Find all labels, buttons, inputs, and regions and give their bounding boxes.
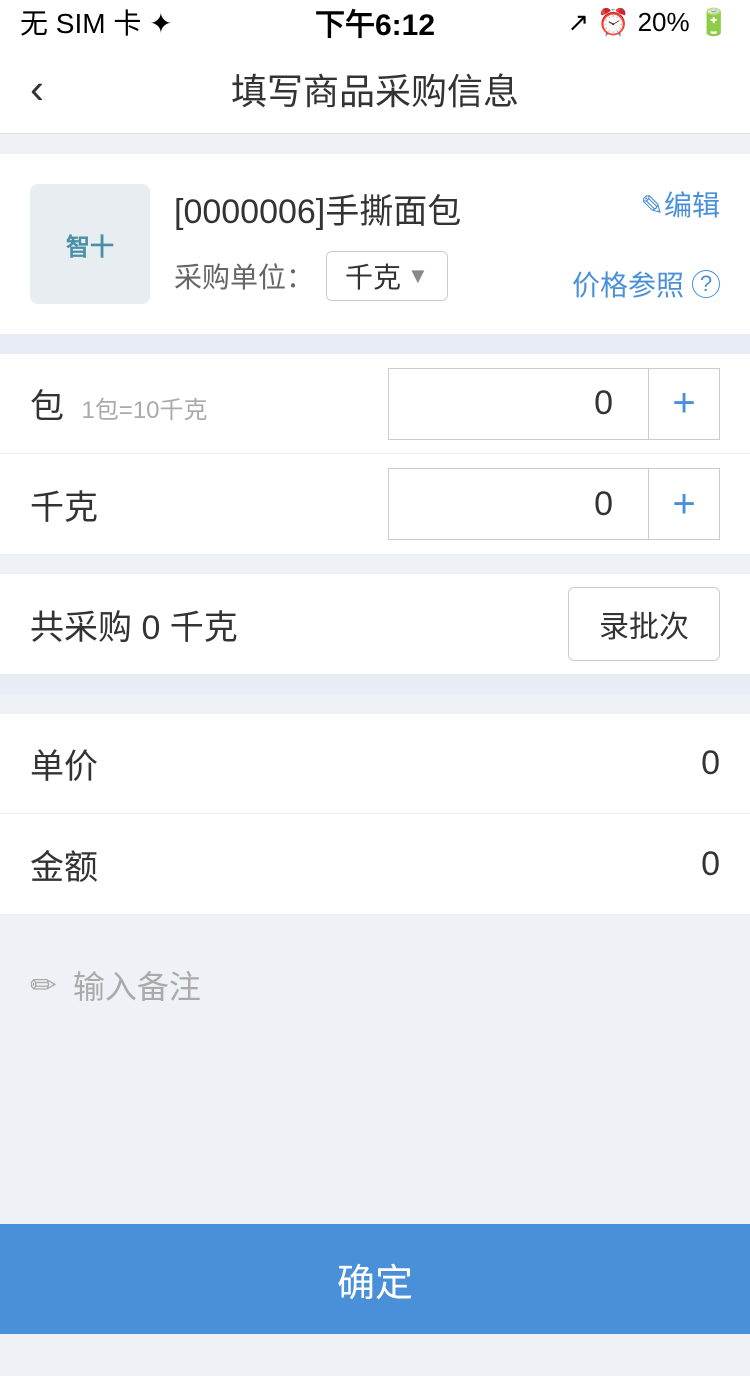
divider-1 [0,334,750,354]
battery-text: 20% [638,7,690,38]
batch-button[interactable]: 录批次 [568,587,720,661]
price-ref-button[interactable]: 价格参照 ? [572,264,720,304]
bao-plus-button[interactable]: + [648,368,720,440]
bao-input[interactable] [388,368,648,440]
confirm-label: 确定 [337,1252,413,1307]
notes-section[interactable]: ✏ 输入备注 [0,934,750,1036]
bao-input-wrapper: + [388,368,720,440]
location-icon: ↗ [567,7,589,38]
kg-label: 千克 [30,480,388,529]
dropdown-arrow-icon: ▼ [407,263,429,289]
page-title: 填写商品采购信息 [231,63,519,115]
unit-price-row: 单价 0 [0,714,750,814]
unit-price-label: 单价 [30,739,98,788]
unit-label: 采购单位： [174,256,314,296]
product-image-text: 智十 [66,227,114,262]
summary-section: 共采购 0 千克 录批次 [0,574,750,674]
no-sim-text: 无 SIM 卡 ✦ [20,2,173,42]
info-icon: ? [692,270,720,298]
nav-bar: ‹ 填写商品采购信息 [0,44,750,134]
status-right: ↗ ⏰ 20% 🔋 [567,7,730,38]
product-card: 智十 [0000006]手撕面包 采购单位： 千克 ▼ ✎编辑 价格参照 ? [0,154,750,334]
amount-label: 金额 [30,840,98,889]
unit-price-value: 0 [701,744,720,783]
summary-text: 共采购 0 千克 [30,600,238,649]
unit-select[interactable]: 千克 ▼ [326,251,448,301]
kg-row: 千克 + [0,454,750,554]
status-time: 下午6:12 [315,0,435,44]
bao-row: 包 1包=10千克 + [0,354,750,454]
status-bar: 无 SIM 卡 ✦ 下午6:12 ↗ ⏰ 20% 🔋 [0,0,750,44]
amount-value: 0 [701,845,720,884]
notes-placeholder: 输入备注 [73,962,201,1008]
amount-row: 金额 0 [0,814,750,914]
kg-input[interactable] [388,468,648,540]
battery-icon: 🔋 [698,7,730,38]
bao-sublabel: 1包=10千克 [81,397,207,424]
pencil-icon: ✏ [30,966,57,1004]
back-button[interactable]: ‹ [30,68,44,110]
alarm-icon: ⏰ [597,7,629,38]
price-ref-label: 价格参照 [572,264,684,304]
edit-button[interactable]: ✎编辑 [641,184,720,224]
confirm-bar[interactable]: 确定 [0,1224,750,1334]
unit-value: 千克 [345,256,401,296]
summary-row: 共采购 0 千克 录批次 [0,574,750,674]
input-section: 包 1包=10千克 + 千克 + [0,354,750,554]
product-image: 智十 [30,184,150,304]
status-left: 无 SIM 卡 ✦ [20,2,173,42]
bao-label: 包 1包=10千克 [30,379,388,428]
kg-input-wrapper: + [388,468,720,540]
product-name: [0000006]手撕面包 [174,184,720,233]
kg-plus-button[interactable]: + [648,468,720,540]
divider-2 [0,674,750,694]
price-section: 单价 0 金额 0 [0,714,750,914]
